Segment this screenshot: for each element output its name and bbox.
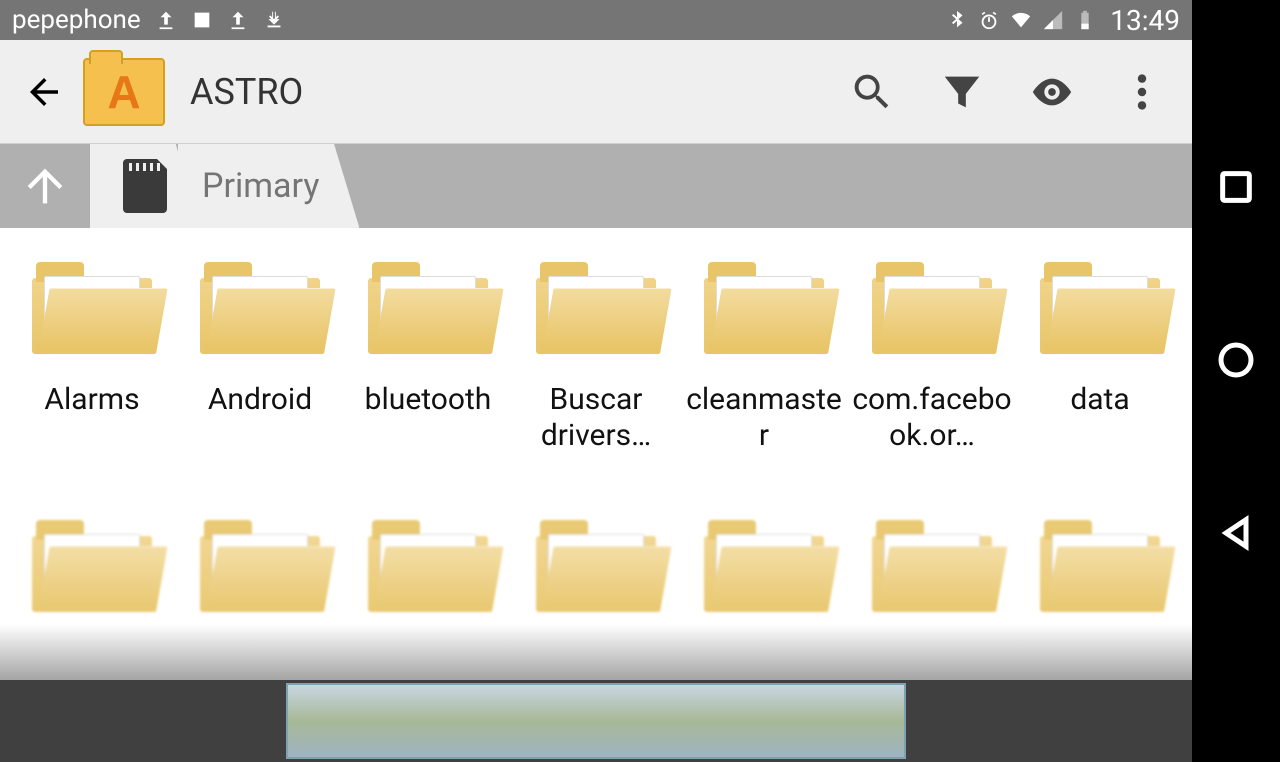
status-left: pepephone (12, 5, 285, 35)
up-button[interactable] (0, 144, 90, 228)
upload-icon (155, 9, 177, 31)
ad-bar (0, 680, 1192, 762)
folder-item[interactable] (512, 504, 680, 624)
signal-icon (1042, 9, 1064, 31)
download-icon (263, 9, 285, 31)
folder-item[interactable]: Android (176, 246, 344, 486)
folder-label: com.facebook.or… (852, 382, 1012, 454)
folder-item[interactable] (344, 504, 512, 624)
filter-button[interactable] (936, 66, 988, 118)
folder-label: Buscar drivers… (516, 382, 676, 454)
system-nav-bar (1192, 0, 1280, 720)
folder-item[interactable] (1016, 504, 1184, 624)
folder-item[interactable] (176, 504, 344, 624)
more-button[interactable] (1116, 66, 1168, 118)
alarm-icon (978, 9, 1000, 31)
nav-home-button[interactable] (1212, 336, 1260, 384)
folder-item[interactable]: cleanmaster (680, 246, 848, 486)
back-button[interactable] (16, 64, 72, 120)
nav-recent-button[interactable] (1212, 163, 1260, 211)
app-logo: A (80, 48, 168, 136)
folder-item[interactable] (848, 504, 1016, 624)
folder-label: Alarms (44, 382, 139, 418)
folder-item[interactable] (680, 504, 848, 624)
breadcrumb-label: Primary (202, 166, 319, 206)
folder-item[interactable] (8, 504, 176, 624)
folder-grid-row-1: Alarms Android bluetooth Buscar drivers…… (0, 228, 1192, 486)
folder-icon (200, 254, 320, 354)
folder-icon (536, 254, 656, 354)
sd-card-icon (123, 159, 167, 213)
folder-icon (1040, 254, 1160, 354)
folder-item[interactable]: Alarms (8, 246, 176, 486)
clock-label: 13:49 (1110, 4, 1180, 37)
app-title: ASTRO (190, 71, 303, 113)
nav-back-button[interactable] (1212, 509, 1260, 557)
breadcrumb-primary[interactable]: Primary (178, 144, 359, 228)
folder-label: Android (208, 382, 312, 418)
folder-item[interactable]: data (1016, 246, 1184, 486)
folder-icon (368, 254, 488, 354)
folder-label: bluetooth (365, 382, 492, 418)
breadcrumb-bar: Primary (0, 144, 1192, 228)
folder-label: data (1070, 382, 1129, 418)
folder-item[interactable]: bluetooth (344, 246, 512, 486)
app-bar: A ASTRO (0, 40, 1192, 144)
folder-grid-row-2 (0, 486, 1192, 624)
view-button[interactable] (1026, 66, 1078, 118)
ad-banner[interactable] (286, 683, 906, 759)
folder-icon (704, 254, 824, 354)
scroll-fade (0, 624, 1192, 680)
folder-grid-wrap[interactable]: Alarms Android bluetooth Buscar drivers…… (0, 228, 1192, 680)
folder-item[interactable]: Buscar drivers… (512, 246, 680, 486)
search-button[interactable] (846, 66, 898, 118)
app-screen: pepephone 13:49 A ASTRO (0, 0, 1192, 720)
image-icon (191, 9, 213, 31)
upload-icon-2 (227, 9, 249, 31)
app-actions (846, 66, 1176, 118)
folder-icon (32, 254, 152, 354)
folder-label: cleanmaster (684, 382, 844, 454)
folder-icon (872, 254, 992, 354)
status-right: 13:49 (946, 4, 1180, 37)
carrier-label: pepephone (12, 5, 141, 35)
bluetooth-icon (946, 9, 968, 31)
status-bar: pepephone 13:49 (0, 0, 1192, 40)
battery-icon (1074, 9, 1096, 31)
folder-item[interactable]: com.facebook.or… (848, 246, 1016, 486)
wifi-icon (1010, 9, 1032, 31)
